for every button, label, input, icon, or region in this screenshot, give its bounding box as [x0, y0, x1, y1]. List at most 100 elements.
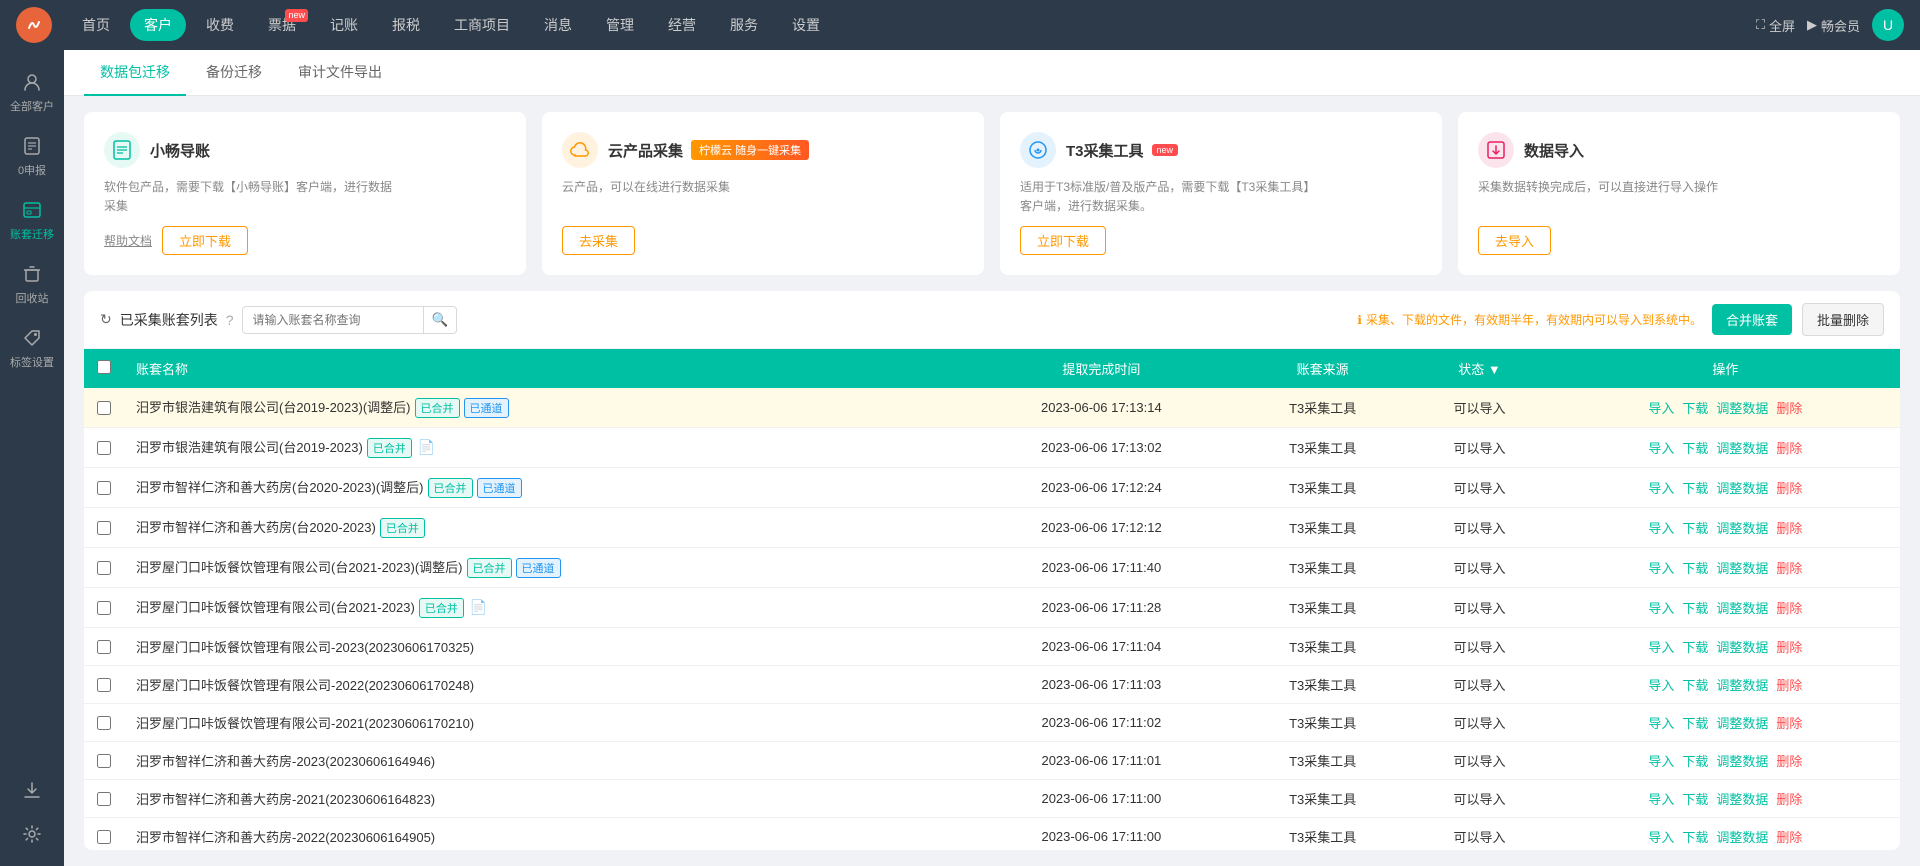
nav-home[interactable]: 首页	[68, 9, 124, 41]
action-导入[interactable]: 导入	[1648, 441, 1674, 456]
action-删除[interactable]: 删除	[1776, 640, 1802, 655]
member-button[interactable]: ▶ 畅会员	[1807, 16, 1860, 35]
fullscreen-button[interactable]: ⛶ 全屏	[1756, 16, 1795, 35]
action-删除[interactable]: 删除	[1776, 561, 1802, 576]
action-删除[interactable]: 删除	[1776, 401, 1802, 416]
action-删除[interactable]: 删除	[1776, 716, 1802, 731]
row-checkbox-9[interactable]	[97, 716, 111, 730]
nav-tax[interactable]: 报税	[378, 9, 434, 41]
row-checkbox-3[interactable]	[97, 481, 111, 495]
action-删除[interactable]: 删除	[1776, 521, 1802, 536]
sidebar-item-tag-settings[interactable]: 标签设置	[0, 316, 64, 380]
action-调整数据[interactable]: 调整数据	[1716, 678, 1768, 693]
file-icon[interactable]: 📄	[418, 439, 435, 455]
action-调整数据[interactable]: 调整数据	[1716, 521, 1768, 536]
action-删除[interactable]: 删除	[1776, 678, 1802, 693]
action-导入[interactable]: 导入	[1648, 481, 1674, 496]
refresh-icon[interactable]: ↻	[100, 311, 112, 328]
action-导入[interactable]: 导入	[1648, 678, 1674, 693]
row-checkbox-1[interactable]	[97, 401, 111, 415]
action-调整数据[interactable]: 调整数据	[1716, 561, 1768, 576]
action-调整数据[interactable]: 调整数据	[1716, 792, 1768, 807]
sidebar-item-zero-declare[interactable]: 0申报	[0, 124, 64, 188]
row-checkbox-11[interactable]	[97, 792, 111, 806]
action-导入[interactable]: 导入	[1648, 792, 1674, 807]
sidebar-item-download[interactable]	[14, 768, 50, 812]
action-删除[interactable]: 删除	[1776, 830, 1802, 845]
file-icon[interactable]: 📄	[470, 599, 487, 615]
tab-backup-migration[interactable]: 备份迁移	[190, 50, 278, 96]
tab-audit-export[interactable]: 审计文件导出	[282, 50, 398, 96]
action-下载[interactable]: 下载	[1682, 521, 1708, 536]
action-导入[interactable]: 导入	[1648, 640, 1674, 655]
action-下载[interactable]: 下载	[1682, 640, 1708, 655]
action-下载[interactable]: 下载	[1682, 561, 1708, 576]
action-导入[interactable]: 导入	[1648, 521, 1674, 536]
action-删除[interactable]: 删除	[1776, 441, 1802, 456]
sidebar-item-all-customers[interactable]: 全部客户	[0, 60, 64, 124]
sidebar-item-config[interactable]	[14, 812, 50, 856]
row-checkbox-12[interactable]	[97, 830, 111, 844]
nav-customer[interactable]: 客户	[130, 9, 186, 41]
select-all-checkbox[interactable]	[97, 360, 111, 374]
action-下载[interactable]: 下载	[1682, 481, 1708, 496]
action-调整数据[interactable]: 调整数据	[1716, 401, 1768, 416]
action-导入[interactable]: 导入	[1648, 561, 1674, 576]
action-导入[interactable]: 导入	[1648, 830, 1674, 845]
sidebar-item-account-migration[interactable]: 账套迁移	[0, 188, 64, 252]
tab-data-migration[interactable]: 数据包迁移	[84, 50, 186, 96]
search-input[interactable]	[243, 308, 423, 332]
action-导入[interactable]: 导入	[1648, 754, 1674, 769]
search-button[interactable]: 🔍	[423, 307, 457, 333]
action-调整数据[interactable]: 调整数据	[1716, 640, 1768, 655]
row-checkbox-8[interactable]	[97, 678, 111, 692]
row-checkbox-4[interactable]	[97, 521, 111, 535]
action-下载[interactable]: 下载	[1682, 441, 1708, 456]
row-checkbox-2[interactable]	[97, 441, 111, 455]
action-下载[interactable]: 下载	[1682, 830, 1708, 845]
action-调整数据[interactable]: 调整数据	[1716, 830, 1768, 845]
action-下载[interactable]: 下载	[1682, 716, 1708, 731]
action-调整数据[interactable]: 调整数据	[1716, 481, 1768, 496]
action-调整数据[interactable]: 调整数据	[1716, 716, 1768, 731]
action-调整数据[interactable]: 调整数据	[1716, 754, 1768, 769]
action-调整数据[interactable]: 调整数据	[1716, 601, 1768, 616]
action-下载[interactable]: 下载	[1682, 601, 1708, 616]
row-checkbox-6[interactable]	[97, 601, 111, 615]
action-调整数据[interactable]: 调整数据	[1716, 441, 1768, 456]
trash-icon	[20, 262, 44, 286]
download-now-btn-3[interactable]: 立即下载	[1020, 226, 1106, 255]
action-导入[interactable]: 导入	[1648, 716, 1674, 731]
nav-operation[interactable]: 经营	[654, 9, 710, 41]
batch-delete-btn[interactable]: 批量删除	[1802, 303, 1884, 336]
action-删除[interactable]: 删除	[1776, 481, 1802, 496]
nav-business[interactable]: 工商项目	[440, 9, 524, 41]
nav-message[interactable]: 消息	[530, 9, 586, 41]
action-删除[interactable]: 删除	[1776, 792, 1802, 807]
avatar[interactable]: U	[1872, 9, 1904, 41]
nav-manage[interactable]: 管理	[592, 9, 648, 41]
action-导入[interactable]: 导入	[1648, 601, 1674, 616]
action-下载[interactable]: 下载	[1682, 754, 1708, 769]
nav-bookkeeping[interactable]: 记账	[316, 9, 372, 41]
merge-account-btn[interactable]: 合并账套	[1712, 304, 1792, 335]
nav-invoice[interactable]: 票据new	[254, 9, 310, 41]
action-下载[interactable]: 下载	[1682, 792, 1708, 807]
nav-service[interactable]: 服务	[716, 9, 772, 41]
nav-fee[interactable]: 收费	[192, 9, 248, 41]
action-删除[interactable]: 删除	[1776, 754, 1802, 769]
nav-settings[interactable]: 设置	[778, 9, 834, 41]
sidebar-item-recycle[interactable]: 回收站	[0, 252, 64, 316]
action-下载[interactable]: 下载	[1682, 678, 1708, 693]
help-doc-link[interactable]: 帮助文档	[104, 232, 152, 249]
row-checkbox-7[interactable]	[97, 640, 111, 654]
row-checkbox-10[interactable]	[97, 754, 111, 768]
action-下载[interactable]: 下载	[1682, 401, 1708, 416]
import-btn[interactable]: 去导入	[1478, 226, 1551, 255]
action-删除[interactable]: 删除	[1776, 601, 1802, 616]
download-now-btn-1[interactable]: 立即下载	[162, 226, 248, 255]
action-导入[interactable]: 导入	[1648, 401, 1674, 416]
row-checkbox-5[interactable]	[97, 561, 111, 575]
collect-btn[interactable]: 去采集	[562, 226, 635, 255]
help-icon[interactable]: ?	[226, 312, 234, 328]
